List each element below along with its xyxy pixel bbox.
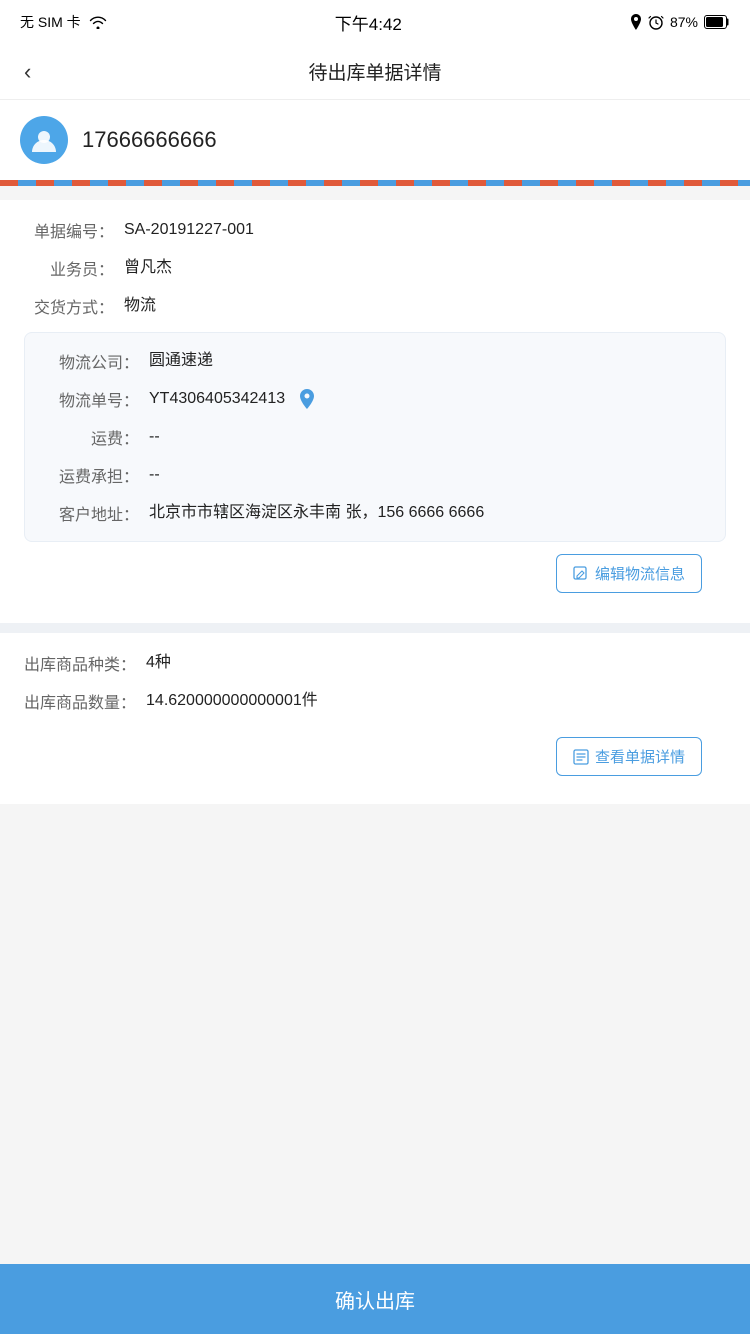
avatar-icon [30, 126, 58, 154]
edit-icon [573, 566, 589, 582]
tracking-value: YT4306405342413 [149, 387, 701, 411]
goods-section: 出库商品种类： 4种 出库商品数量： 14.620000000000001件 查… [0, 633, 750, 804]
address-label: 客户地址： [49, 501, 139, 525]
freight-bearer-value: -- [149, 463, 701, 487]
back-button[interactable]: ‹ [16, 51, 39, 93]
map-pin-icon[interactable] [295, 387, 319, 411]
order-info-section: 单据编号： SA-20191227-001 业务员： 曾凡杰 交货方式： 物流 … [0, 200, 750, 623]
edit-logistics-label: 编辑物流信息 [595, 563, 685, 584]
goods-quantity-row: 出库商品数量： 14.620000000000001件 [24, 689, 726, 713]
freight-row: 运费： -- [49, 425, 701, 449]
alarm-icon [648, 14, 664, 30]
list-icon [573, 749, 589, 765]
address-row: 客户地址： 北京市市辖区海淀区永丰南 张，156 6666 6666 [49, 501, 701, 525]
freight-bearer-label: 运费承担： [49, 463, 139, 487]
separator [0, 623, 750, 633]
confirm-button-label: 确认出库 [335, 1285, 415, 1314]
carrier-text: 无 SIM 卡 [20, 12, 81, 32]
battery-text: 87% [670, 14, 698, 30]
status-right: 87% [630, 14, 730, 30]
goods-quantity-value: 14.620000000000001件 [146, 689, 726, 713]
logistics-company-value: 圆通速递 [149, 349, 701, 373]
page-title: 待出库单据详情 [308, 58, 441, 85]
wifi-icon [89, 15, 107, 29]
goods-quantity-label: 出库商品数量： [24, 689, 136, 713]
order-no-label: 单据编号： [24, 218, 114, 242]
goods-type-row: 出库商品种类： 4种 [24, 651, 726, 675]
location-status-icon [630, 14, 642, 30]
user-header: 17666666666 [0, 100, 750, 180]
goods-type-value: 4种 [146, 651, 726, 675]
view-detail-button[interactable]: 查看单据详情 [556, 737, 702, 776]
staff-value: 曾凡杰 [124, 256, 726, 280]
confirm-bar[interactable]: 确认出库 [0, 1264, 750, 1334]
order-no-value: SA-20191227-001 [124, 218, 726, 242]
freight-label: 运费： [49, 425, 139, 449]
edit-logistics-button[interactable]: 编辑物流信息 [556, 554, 702, 593]
logistics-company-row: 物流公司： 圆通速递 [49, 349, 701, 373]
logistics-card: 物流公司： 圆通速递 物流单号： YT4306405342413 运费： -- … [24, 332, 726, 542]
tracking-label: 物流单号： [49, 387, 139, 411]
status-carrier: 无 SIM 卡 [20, 12, 107, 32]
view-detail-btn-container: 查看单据详情 [24, 727, 726, 786]
delivery-label: 交货方式： [24, 294, 114, 318]
delivery-value: 物流 [124, 294, 726, 318]
address-value: 北京市市辖区海淀区永丰南 张，156 6666 6666 [149, 501, 701, 525]
tracking-number: YT4306405342413 [149, 387, 285, 411]
freight-value: -- [149, 425, 701, 449]
user-phone: 17666666666 [82, 127, 217, 153]
freight-bearer-row: 运费承担： -- [49, 463, 701, 487]
nav-bar: ‹ 待出库单据详情 [0, 44, 750, 100]
status-time: 下午4:42 [335, 10, 402, 35]
edit-logistics-btn-container: 编辑物流信息 [24, 542, 726, 605]
logistics-company-label: 物流公司： [49, 349, 139, 373]
status-bar: 无 SIM 卡 下午4:42 87% [0, 0, 750, 44]
battery-icon [704, 15, 730, 29]
staff-row: 业务员： 曾凡杰 [24, 256, 726, 280]
dashed-divider [0, 180, 750, 186]
delivery-row: 交货方式： 物流 [24, 294, 726, 318]
bottom-spacer [0, 804, 750, 924]
goods-type-label: 出库商品种类： [24, 651, 136, 675]
avatar [20, 116, 68, 164]
staff-label: 业务员： [24, 256, 114, 280]
tracking-row: 物流单号： YT4306405342413 [49, 387, 701, 411]
view-detail-label: 查看单据详情 [595, 746, 685, 767]
order-no-row: 单据编号： SA-20191227-001 [24, 218, 726, 242]
